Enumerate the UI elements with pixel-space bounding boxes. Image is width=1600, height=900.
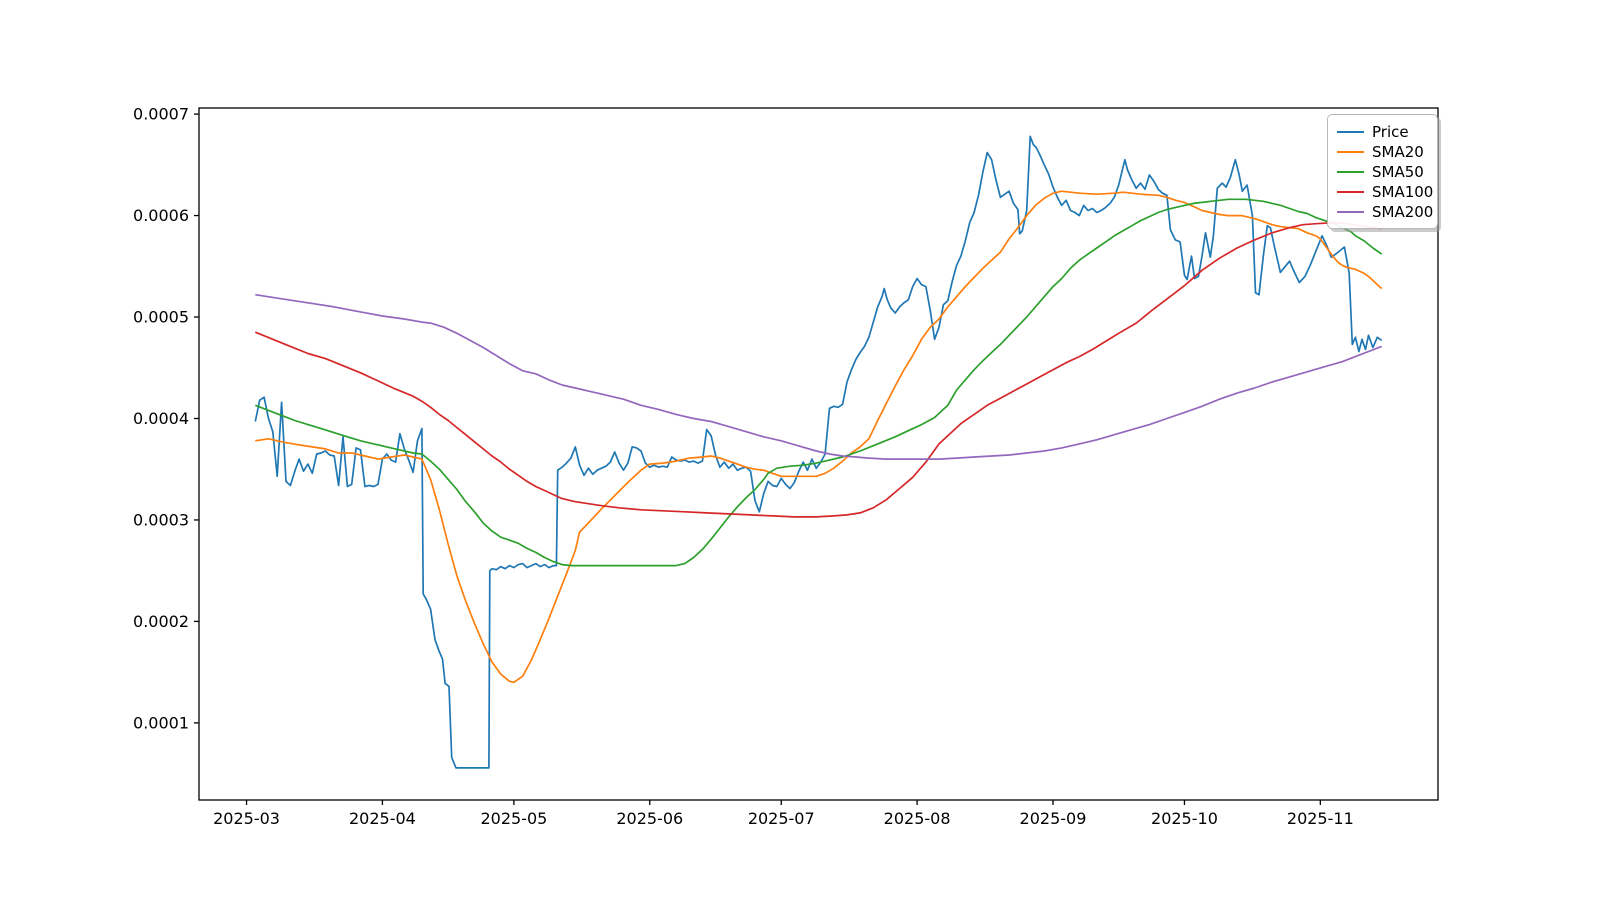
legend: Price SMA20 SMA50 SMA100 SMA200 <box>1327 114 1438 229</box>
sma200-line-swatch-icon <box>1337 211 1364 213</box>
sma100-line <box>254 221 1382 518</box>
sma100-line-swatch-icon <box>1337 191 1364 193</box>
y-axis-tick-label: 0.0006 <box>133 206 189 225</box>
legend-item-sma200: SMA200 <box>1337 202 1433 222</box>
y-axis-tick-label: 0.0003 <box>133 510 189 529</box>
legend-label-sma50: SMA50 <box>1372 163 1424 181</box>
sma20-line-swatch-icon <box>1337 151 1364 153</box>
chart-figure: 2025-03 2025-04 2025-05 2025-06 2025-07 2025-… <box>0 0 1600 900</box>
x-axis-tick-label: 2025-07 <box>748 809 815 828</box>
legend-item-sma20: SMA20 <box>1337 142 1428 162</box>
x-axis-tick-label: 2025-06 <box>616 809 683 828</box>
x-axis-tick-label: 2025-04 <box>349 809 416 828</box>
sma50-line-swatch-icon <box>1337 171 1364 173</box>
y-axis-tick-label: 0.0002 <box>133 612 189 631</box>
legend-label-sma100: SMA100 <box>1372 183 1434 201</box>
sma20-line <box>255 190 1383 684</box>
sma200-line <box>255 293 1383 460</box>
x-axis-tick-label: 2025-08 <box>884 809 951 828</box>
x-axis-tick-label: 2025-09 <box>1020 809 1087 828</box>
y-axis-tick-label: 0.0001 <box>133 713 189 732</box>
x-axis-tick-label: 2025-03 <box>213 809 280 828</box>
legend-item-price: Price <box>1337 122 1428 142</box>
legend-label-price: Price <box>1372 123 1409 141</box>
x-axis-tick-label: 2025-10 <box>1151 809 1218 828</box>
legend-label-sma200: SMA200 <box>1372 203 1434 221</box>
legend-item-sma50: SMA50 <box>1337 162 1428 182</box>
legend-item-sma100: SMA100 <box>1337 182 1433 202</box>
y-axis-tick-label: 0.0005 <box>133 308 189 327</box>
y-axis-tick-label: 0.0007 <box>133 105 189 124</box>
x-axis-tick-label: 2025-11 <box>1287 809 1354 828</box>
price-line-swatch-icon <box>1337 131 1364 133</box>
y-axis-tick-label: 0.0004 <box>133 409 189 428</box>
sma50-line <box>254 198 1383 567</box>
legend-label-sma20: SMA20 <box>1372 143 1424 161</box>
x-axis-tick-label: 2025-05 <box>480 809 547 828</box>
